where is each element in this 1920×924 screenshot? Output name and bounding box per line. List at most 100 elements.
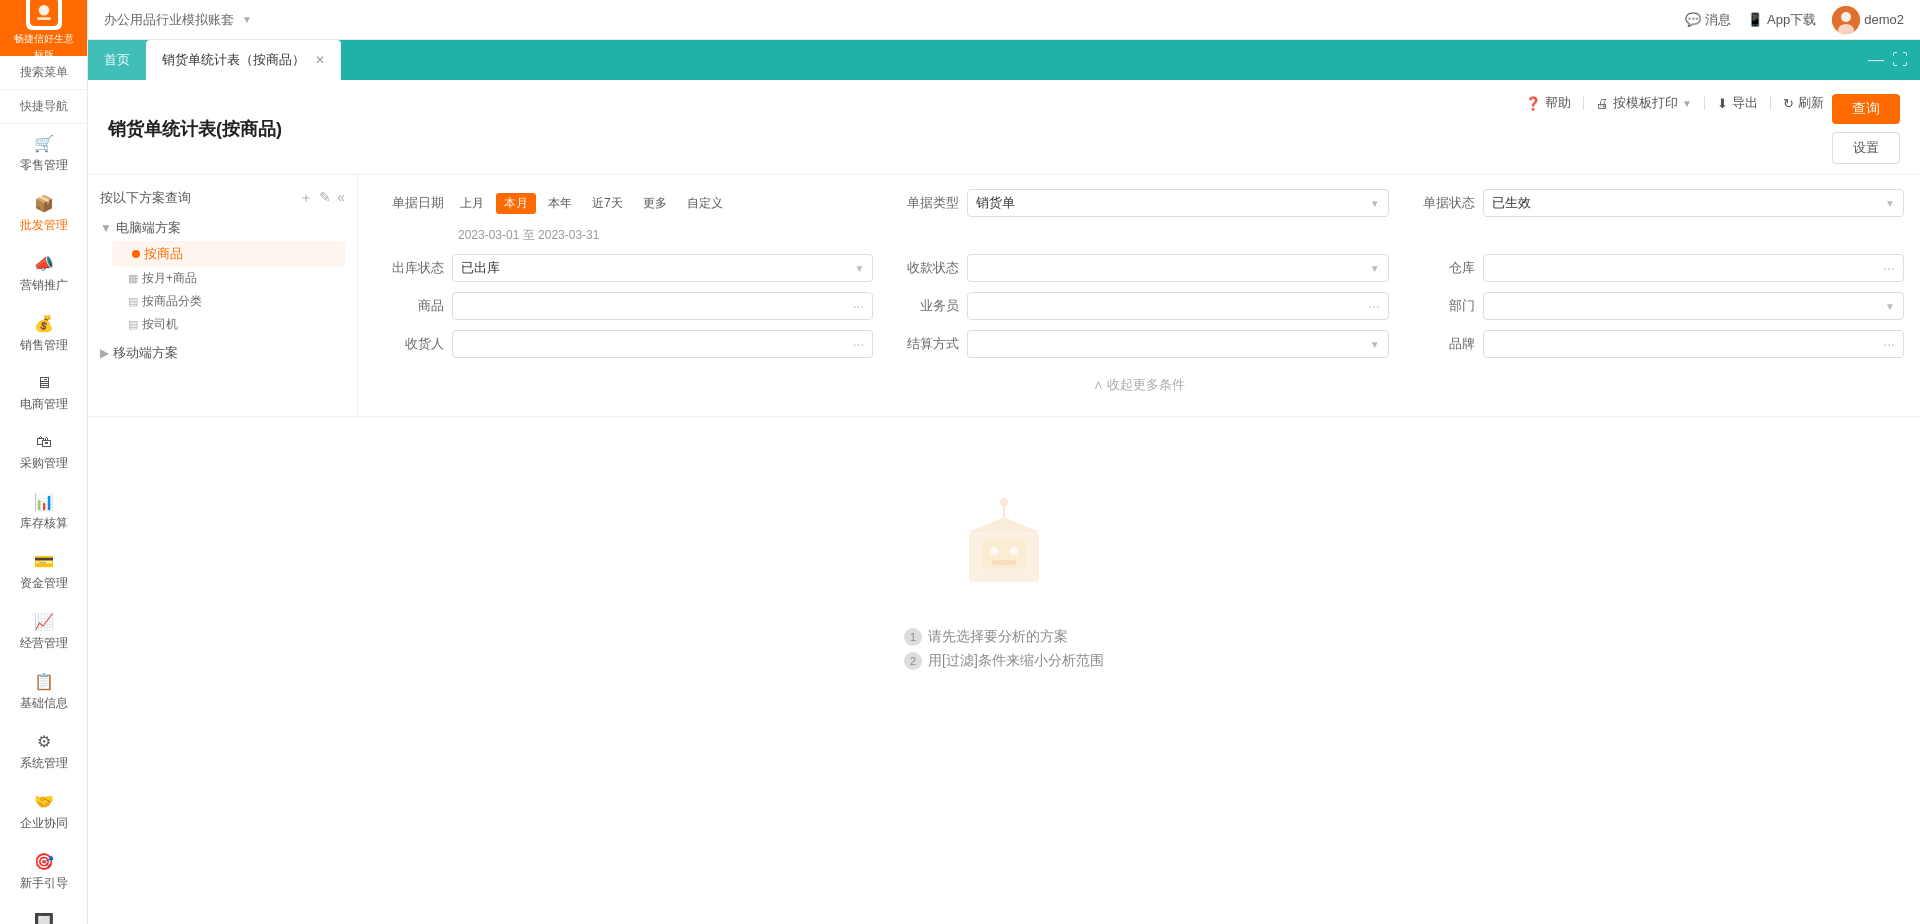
dropdown-arrow-icon: ▼ (242, 14, 252, 25)
product-select[interactable]: ··· (452, 292, 873, 320)
dept-select[interactable]: ▼ (1483, 292, 1904, 320)
export-button[interactable]: ⬇ 导出 (1717, 94, 1758, 112)
scheme-tree: ▼ 电脑端方案 按商品 ▦ 按月+商品 (100, 215, 345, 366)
app-logo[interactable]: 畅捷信好生意 标版 (0, 0, 87, 56)
app-download-button[interactable]: 📱 App下载 (1747, 11, 1816, 29)
svg-rect-2 (37, 17, 51, 20)
sidebar-item-operations[interactable]: 📈 经营管理 (0, 602, 87, 662)
svg-point-9 (990, 547, 998, 555)
print-label: 按模板打印 (1613, 94, 1678, 112)
sidebar-item-marketing[interactable]: 📣 营销推广 (0, 244, 87, 304)
settlement-label: 结算方式 (889, 335, 959, 353)
sidebar-item-enterprise[interactable]: 🤝 企业协同 (0, 782, 87, 842)
filter-row-1: 单据日期 上月 本月 本年 近7天 更多 自定义 (374, 189, 1904, 217)
date-tab-this-month[interactable]: 本月 (496, 193, 536, 214)
sidebar-item-label-inventory: 库存核算 (20, 515, 68, 532)
sidebar-item-sales[interactable]: 💰 销售管理 (0, 304, 87, 364)
user-menu[interactable]: demo2 (1832, 6, 1904, 34)
scheme-item-by-month-product-label: 按月+商品 (142, 270, 197, 287)
scheme-add-icon[interactable]: ＋ (299, 189, 313, 207)
date-tab-custom[interactable]: 自定义 (679, 193, 731, 214)
settlement-select[interactable]: ▼ (967, 330, 1388, 358)
doc-status-select[interactable]: 已生效 ▼ (1483, 189, 1904, 217)
sidebar-item-label-operations: 经营管理 (20, 635, 68, 652)
date-tab-7days[interactable]: 近7天 (584, 193, 631, 214)
tab-maximize-icon[interactable]: ⛶ (1892, 51, 1908, 69)
tab-stats[interactable]: 销货单统计表（按商品） ✕ (146, 40, 341, 80)
group-desktop-label: 电脑端方案 (116, 219, 181, 237)
scheme-group-desktop-header[interactable]: ▼ 电脑端方案 (100, 215, 345, 241)
scheme-item-by-machine[interactable]: ▤ 按司机 (112, 313, 345, 336)
salesperson-select[interactable]: ··· (967, 292, 1388, 320)
filter-recipient: 收货人 ··· (374, 330, 873, 358)
sidebar-item-apps[interactable]: 🔲 应用中心 (0, 902, 87, 924)
date-tabs: 上月 本月 本年 近7天 更多 自定义 (452, 193, 731, 214)
active-dot-icon (132, 250, 140, 258)
logo-icon (26, 0, 62, 30)
collapse-more-button[interactable]: ∧ 收起更多条件 (374, 368, 1904, 402)
sidebar-item-ecommerce[interactable]: 🖥 电商管理 (0, 364, 87, 423)
warehouse-dots-icon[interactable]: ··· (1883, 260, 1895, 276)
settings-button[interactable]: 设置 (1832, 132, 1900, 164)
svg-point-4 (1841, 12, 1851, 22)
tab-close-icon[interactable]: ✕ (315, 53, 325, 67)
recipient-select[interactable]: ··· (452, 330, 873, 358)
enterprise-icon: 🤝 (34, 792, 54, 811)
warehouse-select[interactable]: ··· (1483, 254, 1904, 282)
purchase-icon: 🛍 (36, 433, 52, 451)
dept-label: 部门 (1405, 297, 1475, 315)
quick-label: 快捷导航 (20, 99, 68, 113)
scheme-item-by-product[interactable]: 按商品 (112, 241, 345, 267)
mobile-group-arrow-icon: ▶ (100, 346, 109, 360)
salesperson-dots-icon[interactable]: ··· (1368, 298, 1380, 314)
app-download-label: App下载 (1767, 11, 1816, 29)
sidebar-item-system[interactable]: ⚙ 系统管理 (0, 722, 87, 782)
sidebar-quick-nav[interactable]: 快捷导航 (0, 90, 87, 124)
brand-dots-icon[interactable]: ··· (1883, 336, 1895, 352)
scheme-edit-icon[interactable]: ✎ (319, 189, 331, 207)
date-tab-last-month[interactable]: 上月 (452, 193, 492, 214)
print-button[interactable]: 🖨 按模板打印 ▼ (1596, 94, 1692, 112)
scheme-item-by-month-product[interactable]: ▦ 按月+商品 (112, 267, 345, 290)
date-tab-more[interactable]: 更多 (635, 193, 675, 214)
scheme-collapse-icon[interactable]: « (337, 189, 345, 207)
sidebar-search[interactable]: 搜索菜单 (0, 56, 87, 90)
doc-type-arrow-icon: ▼ (1370, 198, 1380, 209)
recipient-dots-icon[interactable]: ··· (853, 336, 865, 352)
message-button[interactable]: 💬 消息 (1685, 11, 1731, 29)
tabbar: 首页 销货单统计表（按商品） ✕ — ⛶ (88, 40, 1920, 80)
scheme-item-by-category[interactable]: ▤ 按商品分类 (112, 290, 345, 313)
tab-home[interactable]: 首页 (88, 40, 146, 80)
filter-row-4: 收货人 ··· 结算方式 ▼ 品牌 (374, 330, 1904, 358)
out-status-value: 已出库 (461, 259, 500, 277)
tab-stats-label: 销货单统计表（按商品） (162, 51, 305, 69)
filter-receipt-status: 收款状态 ▼ (889, 254, 1388, 282)
sidebar-item-finance[interactable]: 💳 资金管理 (0, 542, 87, 602)
product-dots-icon[interactable]: ··· (853, 298, 865, 314)
download-icon: 📱 (1747, 12, 1763, 27)
app-name: 畅捷信好生意 (14, 32, 74, 46)
sidebar-item-purchase[interactable]: 🛍 采购管理 (0, 423, 87, 482)
date-tab-this-year[interactable]: 本年 (540, 193, 580, 214)
receipt-status-select[interactable]: ▼ (967, 254, 1388, 282)
tab-minimize-icon[interactable]: — (1868, 51, 1884, 69)
group-arrow-icon: ▼ (100, 221, 112, 235)
query-button[interactable]: 查询 (1832, 94, 1900, 124)
sidebar-item-label-sales: 销售管理 (20, 337, 68, 354)
page-title: 销货单统计表(按商品) (108, 117, 282, 141)
scheme-group-mobile-header[interactable]: ▶ 移动端方案 (100, 340, 345, 366)
search-label: 搜索菜单 (20, 65, 68, 79)
brand-select[interactable]: ··· (1483, 330, 1904, 358)
basic-icon: 📋 (34, 672, 54, 691)
sidebar-item-guide[interactable]: 🎯 新手引导 (0, 842, 87, 902)
sidebar-item-basic[interactable]: 📋 基础信息 (0, 662, 87, 722)
refresh-button[interactable]: ↻ 刷新 (1783, 94, 1824, 112)
sidebar-item-inventory[interactable]: 📊 库存核算 (0, 482, 87, 542)
sidebar-item-retail[interactable]: 🛒 零售管理 (0, 124, 87, 184)
sidebar-item-wholesale[interactable]: 📦 批发管理 (0, 184, 87, 244)
doc-type-select[interactable]: 销货单 ▼ (967, 189, 1388, 217)
help-button[interactable]: ❓ 帮助 (1525, 94, 1571, 112)
retail-icon: 🛒 (34, 134, 54, 153)
filter-product: 商品 ··· (374, 292, 873, 320)
out-status-select[interactable]: 已出库 ▼ (452, 254, 873, 282)
